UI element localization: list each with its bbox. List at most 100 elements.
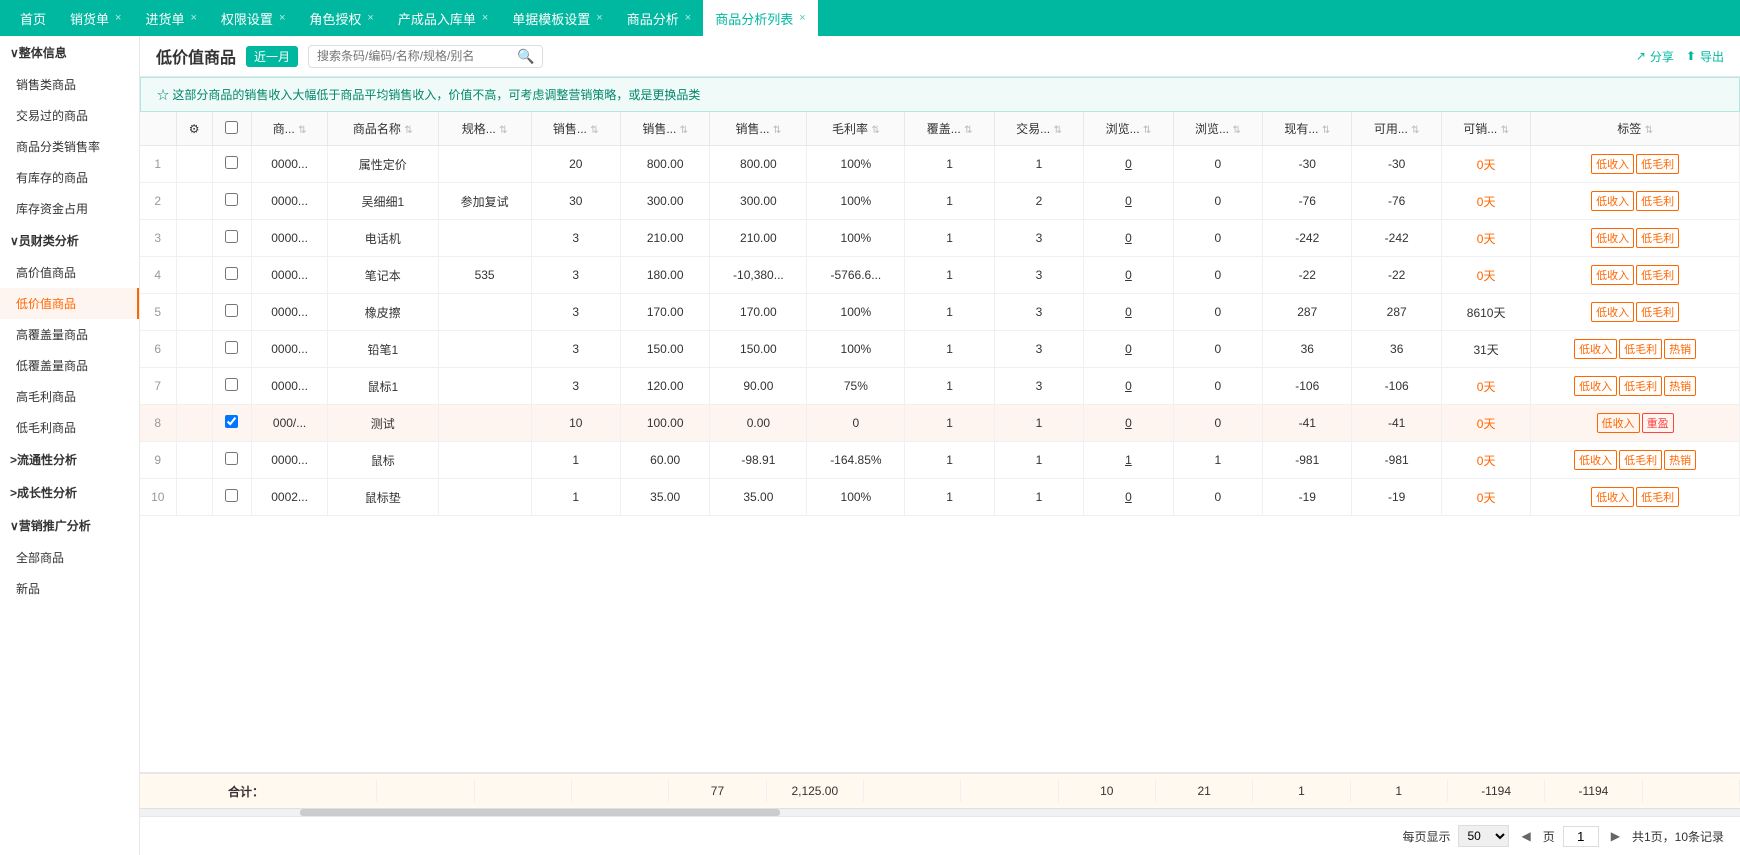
row-available: -981 [1352, 442, 1441, 479]
row-checkbox[interactable] [225, 415, 238, 428]
prev-first-btn[interactable]: ◀ [1517, 827, 1534, 845]
row-checkbox[interactable] [225, 267, 238, 280]
search-icon[interactable]: 🔍 [517, 48, 534, 65]
row-check[interactable] [212, 183, 252, 220]
row-num: 8 [140, 405, 176, 442]
row-check[interactable] [212, 146, 252, 183]
close-icon[interactable]: × [685, 12, 691, 24]
row-browse1[interactable]: 0 [1084, 146, 1173, 183]
browse1-link[interactable]: 0 [1125, 379, 1132, 393]
browse1-link[interactable]: 0 [1125, 416, 1132, 430]
row-sales-amount: 170.00 [620, 294, 709, 331]
row-spec [438, 405, 531, 442]
row-checkbox[interactable] [225, 156, 238, 169]
nav-item-permissions[interactable]: 权限设置 × [209, 0, 297, 36]
row-browse1[interactable]: 0 [1084, 294, 1173, 331]
sidebar-group-overall[interactable]: ∨ 整体信息 [0, 36, 139, 69]
close-icon[interactable]: × [482, 12, 488, 24]
browse1-link[interactable]: 0 [1125, 268, 1132, 282]
close-icon[interactable]: × [367, 12, 373, 24]
col-gear[interactable]: ⚙ [176, 112, 212, 146]
table-row: 3 0000... 电话机 3 210.00 210.00 100% 1 3 0… [140, 220, 1740, 257]
share-button[interactable]: ↗ 分享 [1636, 48, 1674, 65]
browse1-link[interactable]: 0 [1125, 305, 1132, 319]
nav-item-sales[interactable]: 销货单 × [58, 0, 133, 36]
row-browse1[interactable]: 0 [1084, 257, 1173, 294]
row-check[interactable] [212, 257, 252, 294]
sidebar-item-high-margin[interactable]: 高毛利商品 [0, 381, 139, 412]
page-label: 页 [1543, 828, 1555, 845]
table-container[interactable]: ⚙ 商... ⇅ 商品名称 ⇅ 规格... ⇅ 销售... ⇅ 销售... ⇅ … [140, 112, 1740, 772]
sidebar-group-financial[interactable]: ∨ 员财类分析 [0, 224, 139, 257]
sidebar-item-stock-funds[interactable]: 库存资金占用 [0, 193, 139, 224]
sidebar-group-marketing[interactable]: ∨ 营销推广分析 [0, 509, 139, 542]
browse1-link[interactable]: 0 [1125, 490, 1132, 504]
row-check[interactable] [212, 220, 252, 257]
close-icon[interactable]: × [596, 12, 602, 24]
nav-item-template[interactable]: 单据模板设置 × [500, 0, 614, 36]
row-checkbox[interactable] [225, 452, 238, 465]
col-check[interactable] [212, 112, 252, 146]
nav-item-roles[interactable]: 角色授权 × [297, 0, 385, 36]
sidebar-item-stock-goods[interactable]: 有库存的商品 [0, 162, 139, 193]
nav-item-analysis-list[interactable]: 商品分析列表 × [703, 0, 817, 36]
nav-item-stock[interactable]: 产成品入库单 × [386, 0, 500, 36]
select-all-checkbox[interactable] [225, 121, 238, 134]
col-margin: 毛利率 ⇅ [807, 112, 905, 146]
row-browse1[interactable]: 0 [1084, 183, 1173, 220]
browse1-link[interactable]: 0 [1125, 157, 1132, 171]
sidebar-item-low-value[interactable]: 低价值商品 [0, 288, 139, 319]
row-checkbox[interactable] [225, 304, 238, 317]
row-check[interactable] [212, 479, 252, 516]
sidebar-item-sales-goods[interactable]: 销售类商品 [0, 69, 139, 100]
row-check[interactable] [212, 294, 252, 331]
row-browse1[interactable]: 0 [1084, 331, 1173, 368]
browse1-link[interactable]: 0 [1125, 342, 1132, 356]
row-browse1[interactable]: 1 [1084, 442, 1173, 479]
browse1-link[interactable]: 1 [1125, 453, 1132, 467]
close-icon[interactable]: × [190, 12, 196, 24]
row-browse1[interactable]: 0 [1084, 368, 1173, 405]
row-checkbox[interactable] [225, 230, 238, 243]
period-button[interactable]: 近一月 [246, 46, 298, 67]
row-check[interactable] [212, 331, 252, 368]
share-icon: ↗ [1636, 49, 1646, 63]
browse1-link[interactable]: 0 [1125, 231, 1132, 245]
sidebar-item-category-sales[interactable]: 商品分类销售率 [0, 131, 139, 162]
row-check[interactable] [212, 368, 252, 405]
sidebar-group-circulation[interactable]: > 流通性分析 [0, 443, 139, 476]
row-check[interactable] [212, 442, 252, 479]
nav-item-analysis[interactable]: 商品分析 × [615, 0, 703, 36]
per-page-select[interactable]: 50 100 200 [1458, 825, 1509, 847]
next-btn[interactable]: ▶ [1607, 827, 1624, 845]
content-header: 低价值商品 近一月 🔍 ↗ 分享 ⬆ 导出 [140, 36, 1740, 77]
row-browse1[interactable]: 0 [1084, 405, 1173, 442]
row-check[interactable] [212, 405, 252, 442]
export-button[interactable]: ⬆ 导出 [1686, 48, 1724, 65]
sidebar-item-low-margin[interactable]: 低毛利商品 [0, 412, 139, 443]
sidebar-group-growth[interactable]: > 成长性分析 [0, 476, 139, 509]
row-checkbox[interactable] [225, 341, 238, 354]
row-trade: 3 [994, 294, 1083, 331]
sidebar-item-new-goods[interactable]: 新品 [0, 573, 139, 604]
row-gear [176, 331, 212, 368]
row-checkbox[interactable] [225, 193, 238, 206]
sidebar-item-traded-goods[interactable]: 交易过的商品 [0, 100, 139, 131]
close-icon[interactable]: × [115, 12, 121, 24]
close-icon[interactable]: × [799, 12, 805, 24]
row-checkbox[interactable] [225, 489, 238, 502]
search-input[interactable] [317, 49, 517, 63]
row-sales-qty: 3 [531, 220, 620, 257]
sidebar-item-low-coverage[interactable]: 低覆盖量商品 [0, 350, 139, 381]
page-input[interactable] [1563, 826, 1599, 847]
browse1-link[interactable]: 0 [1125, 194, 1132, 208]
nav-item-purchase[interactable]: 进货单 × [133, 0, 208, 36]
sidebar-item-all-goods[interactable]: 全部商品 [0, 542, 139, 573]
sidebar-item-high-value[interactable]: 高价值商品 [0, 257, 139, 288]
row-browse1[interactable]: 0 [1084, 220, 1173, 257]
sidebar-item-high-coverage[interactable]: 高覆盖量商品 [0, 319, 139, 350]
row-checkbox[interactable] [225, 378, 238, 391]
row-browse1[interactable]: 0 [1084, 479, 1173, 516]
close-icon[interactable]: × [279, 12, 285, 24]
nav-item-home[interactable]: 首页 [8, 0, 58, 36]
